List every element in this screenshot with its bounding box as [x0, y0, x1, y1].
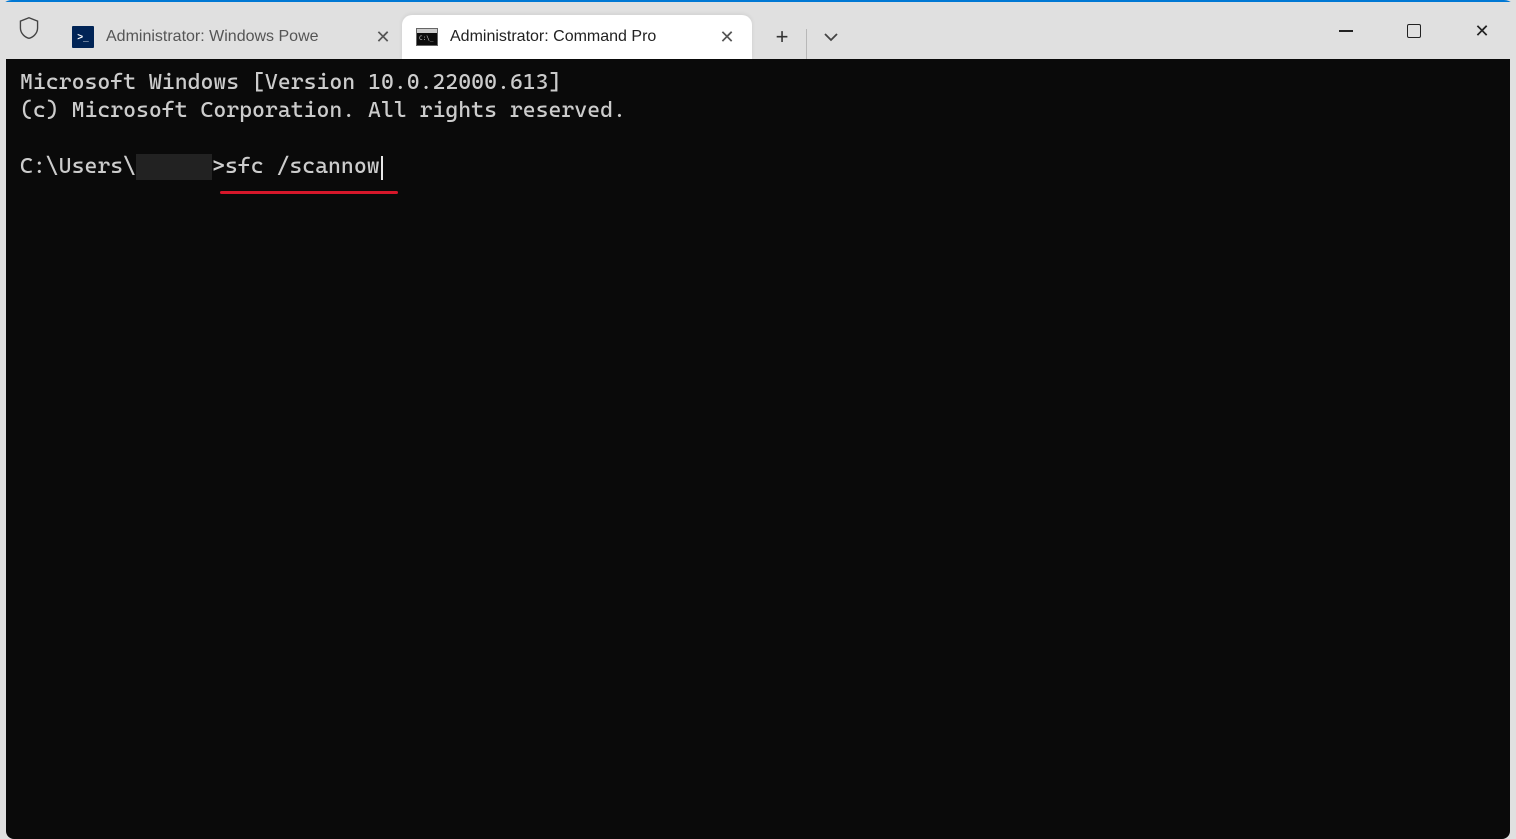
terminal-output-line: (c) Microsoft Corporation. All rights re…: [20, 97, 1496, 125]
close-button[interactable]: ✕: [1448, 2, 1516, 59]
window-controls: ✕: [1312, 2, 1516, 59]
tab-command-prompt[interactable]: Administrator: Command Pro ✕: [402, 15, 752, 59]
close-icon[interactable]: ✕: [372, 26, 394, 48]
typed-command: sfc /scannow: [225, 153, 380, 181]
text-cursor: [381, 156, 384, 180]
cmd-icon: [416, 28, 438, 46]
tabs-container: Administrator: Windows Powe ✕ Administra…: [58, 2, 1312, 59]
tab-title: Administrator: Windows Powe: [106, 28, 360, 46]
chevron-down-icon: [824, 32, 838, 42]
annotation-underline: [220, 191, 398, 194]
close-icon[interactable]: ✕: [716, 26, 738, 48]
redacted-username: [136, 154, 212, 180]
tab-powershell[interactable]: Administrator: Windows Powe ✕: [58, 15, 408, 59]
prompt-path-prefix: C:\Users\: [20, 153, 136, 181]
prompt-suffix: >: [212, 153, 225, 181]
maximize-button[interactable]: [1380, 2, 1448, 59]
shield-icon: [12, 16, 58, 45]
minimize-button[interactable]: [1312, 2, 1380, 59]
powershell-icon: [72, 26, 94, 48]
divider: [806, 29, 807, 59]
new-tab-button[interactable]: +: [760, 15, 804, 59]
terminal-output-line: Microsoft Windows [Version 10.0.22000.61…: [20, 69, 1496, 97]
terminal-prompt-line: C:\Users\ >sfc /scannow: [20, 153, 1496, 181]
tab-title: Administrator: Command Pro: [450, 28, 704, 46]
terminal-content[interactable]: Microsoft Windows [Version 10.0.22000.61…: [6, 59, 1510, 839]
titlebar: Administrator: Windows Powe ✕ Administra…: [0, 2, 1516, 59]
tab-dropdown-button[interactable]: [809, 15, 853, 59]
